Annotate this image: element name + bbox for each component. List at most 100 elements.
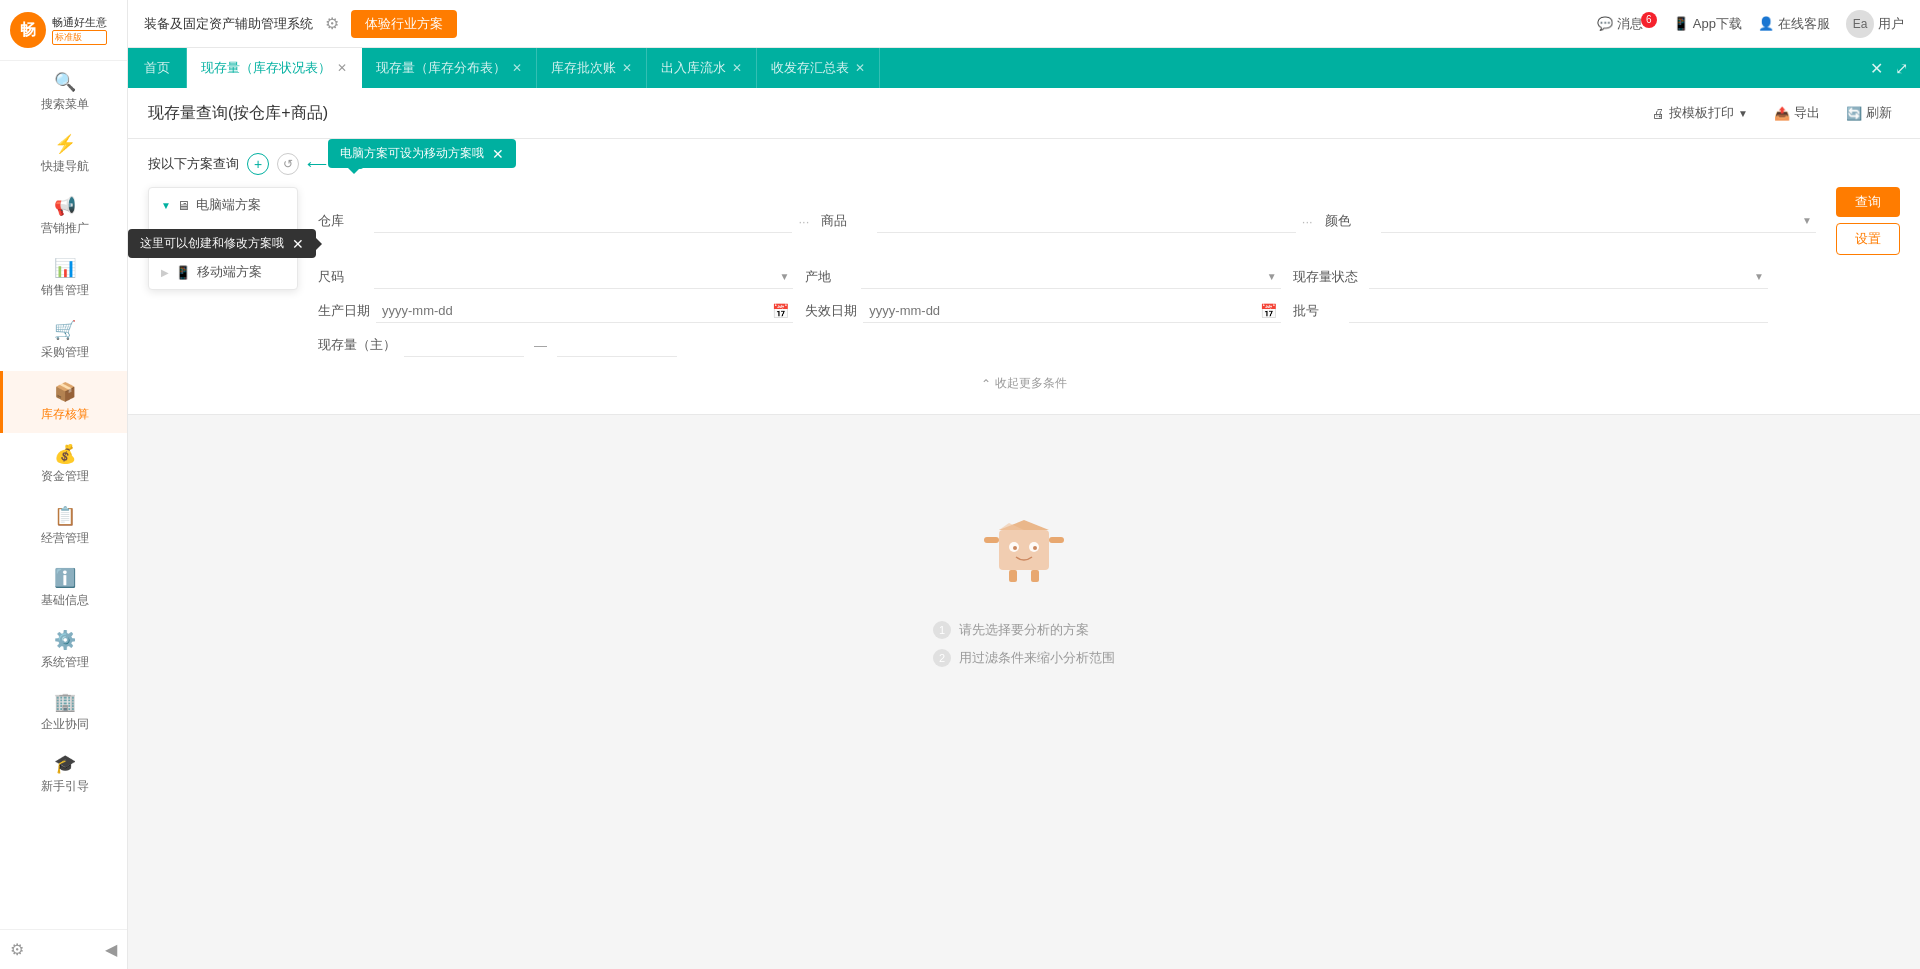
print-icon: 🖨 (1652, 106, 1665, 121)
warehouse-input-wrap (374, 209, 792, 233)
filter-row-4: 现存量（主） — (318, 333, 1900, 357)
tab-close-in-out-flow[interactable]: ✕ (732, 61, 742, 75)
messages-button[interactable]: 💬 消息 6 (1597, 15, 1657, 33)
tooltip1-close[interactable]: ✕ (492, 146, 504, 162)
field-prod-date: 生产日期 📅 (318, 299, 793, 323)
sidebar-item-quick-nav[interactable]: ⚡ 快捷导航 (0, 123, 127, 185)
print-button[interactable]: 🖨 按模板打印 ▼ (1644, 100, 1756, 126)
field-stock-qty: 现存量（主） — (318, 333, 718, 357)
tab-close-inventory-distribution[interactable]: ✕ (512, 61, 522, 75)
color-select-wrap: ▼ (1381, 209, 1816, 233)
prod-date-from-calendar-icon[interactable]: 📅 (772, 303, 793, 319)
sidebar-logo: 畅 畅通好生意 标准版 (0, 0, 127, 61)
field-warehouse: 仓库 ··· (318, 209, 809, 233)
sidebar-item-marketing[interactable]: 📢 营销推广 (0, 185, 127, 247)
tab-close-receive-summary[interactable]: ✕ (855, 61, 865, 75)
filter-refresh-button[interactable]: ↺ (277, 153, 299, 175)
filter-header: 按以下方案查询 + ↺ ⟵ 电脑方案可设为移动方案哦 ✕ 这里可以创建和修改方案… (148, 153, 1900, 175)
avatar: Ea (1846, 10, 1874, 38)
online-support-button[interactable]: 👤 在线客服 (1758, 15, 1830, 33)
settings-bottom-icon[interactable]: ⚙ (10, 940, 24, 959)
svg-rect-8 (1049, 537, 1064, 543)
svg-rect-0 (999, 530, 1049, 570)
prod-date-from-input[interactable] (376, 299, 772, 322)
stock-status-input[interactable] (1369, 265, 1754, 288)
tab-close-batch-ledger[interactable]: ✕ (622, 61, 632, 75)
prod-date-from-wrap: 📅 (376, 299, 793, 323)
finance-icon: 💰 (54, 443, 76, 465)
scheme-pc-item[interactable]: ▼ 🖥 电脑端方案 (149, 188, 297, 222)
sidebar-item-guide[interactable]: 🎓 新手引导 (0, 743, 127, 805)
expire-date-from-input[interactable] (863, 299, 1259, 322)
tab-action-close-icon[interactable]: ✕ (1866, 57, 1887, 80)
sidebar-item-finance[interactable]: 💰 资金管理 (0, 433, 127, 495)
search-nav-icon: 🔍 (54, 71, 76, 93)
goods-input-wrap (877, 209, 1295, 233)
tab-in-out-flow[interactable]: 出入库流水 ✕ (647, 48, 757, 88)
tab-batch-ledger[interactable]: 库存批次账 ✕ (537, 48, 647, 88)
settings-button[interactable]: 设置 (1836, 223, 1900, 255)
sidebar-item-basic-info[interactable]: ℹ️ 基础信息 (0, 557, 127, 619)
size-chevron-icon: ▼ (779, 271, 793, 282)
svg-rect-6 (1031, 570, 1039, 582)
tab-home[interactable]: 首页 (128, 48, 187, 88)
tab-inventory-status[interactable]: 现存量（库存状况表） ✕ (187, 48, 362, 88)
export-button[interactable]: 📤 导出 (1766, 100, 1828, 126)
header-left: 装备及固定资产辅助管理系统 ⚙ 体验行业方案 (144, 10, 457, 38)
collapse-sidebar-icon[interactable]: ◀ (105, 940, 117, 959)
user-avatar-button[interactable]: Ea 用户 (1846, 10, 1904, 38)
phone-icon: 📱 (1673, 16, 1689, 31)
header-settings-icon[interactable]: ⚙ (325, 14, 339, 33)
stock-qty-to-input[interactable] (557, 333, 677, 357)
main-area: 装备及固定资产辅助管理系统 ⚙ 体验行业方案 💬 消息 6 📱 App下载 👤 … (128, 0, 1920, 969)
system-icon: ⚙️ (54, 629, 76, 651)
warehouse-dots-icon[interactable]: ··· (798, 214, 809, 229)
sidebar-item-purchase[interactable]: 🛒 采购管理 (0, 309, 127, 371)
sidebar-item-system[interactable]: ⚙️ 系统管理 (0, 619, 127, 681)
tab-close-inventory-status[interactable]: ✕ (337, 61, 347, 75)
tooltip-scheme-hint2: 这里可以创建和修改方案哦 ✕ (128, 229, 316, 258)
goods-dots-icon[interactable]: ··· (1302, 214, 1313, 229)
refresh-button[interactable]: 🔄 刷新 (1838, 100, 1900, 126)
page-header: 现存量查询(按仓库+商品) 🖨 按模板打印 ▼ 📤 导出 🔄 刷新 (128, 88, 1920, 139)
header-right: 💬 消息 6 📱 App下载 👤 在线客服 Ea 用户 (1597, 10, 1904, 38)
purchase-icon: 🛒 (54, 319, 76, 341)
filter-add-button[interactable]: + (247, 153, 269, 175)
sidebar-item-search[interactable]: 🔍 搜索菜单 (0, 61, 127, 123)
trial-button[interactable]: 体验行业方案 (351, 10, 457, 38)
tab-inventory-distribution[interactable]: 现存量（库存分布表） ✕ (362, 48, 537, 88)
filter-row-3: 生产日期 📅 失效日期 📅 批号 (318, 299, 1900, 323)
sidebar-item-inventory[interactable]: 📦 库存核算 (0, 371, 127, 433)
filter-arrow-icon[interactable]: ⟵ (307, 156, 327, 172)
filter-buttons: 查询 设置 (1836, 187, 1900, 255)
chevron-right-icon: ▶ (161, 267, 169, 278)
sidebar-item-sales[interactable]: 📊 销售管理 (0, 247, 127, 309)
tab-receive-summary[interactable]: 收发存汇总表 ✕ (757, 48, 880, 88)
tooltip2-close[interactable]: ✕ (292, 236, 304, 252)
expire-date-from-calendar-icon[interactable]: 📅 (1260, 303, 1281, 319)
app-download-button[interactable]: 📱 App下载 (1673, 15, 1742, 33)
inventory-icon: 📦 (54, 381, 76, 403)
sidebar-nav: 🔍 搜索菜单 ⚡ 快捷导航 📢 营销推广 📊 销售管理 🛒 采购管理 📦 库存核… (0, 61, 127, 929)
top-header: 装备及固定资产辅助管理系统 ⚙ 体验行业方案 💬 消息 6 📱 App下载 👤 … (128, 0, 1920, 48)
sales-icon: 📊 (54, 257, 76, 279)
messages-label: 消息 (1617, 15, 1643, 33)
tab-action-expand-icon[interactable]: ⤢ (1891, 57, 1912, 80)
stock-status-chevron-icon: ▼ (1754, 271, 1768, 282)
field-expire-date: 失效日期 📅 (805, 299, 1280, 323)
collapse-filter-button[interactable]: ⌃ 收起更多条件 (148, 367, 1900, 400)
size-input[interactable] (374, 265, 779, 288)
search-button[interactable]: 查询 (1836, 187, 1900, 217)
page-actions: 🖨 按模板打印 ▼ 📤 导出 🔄 刷新 (1644, 100, 1900, 126)
scheme-mobile-item[interactable]: ▶ 📱 移动端方案 (149, 255, 297, 289)
stock-qty-from-input[interactable] (404, 333, 524, 357)
sidebar-item-enterprise[interactable]: 🏢 企业协同 (0, 681, 127, 743)
chevron-down-icon: ▼ (161, 200, 171, 211)
sidebar-item-operations[interactable]: 📋 经营管理 (0, 495, 127, 557)
batch-no-input[interactable] (1349, 299, 1768, 323)
warehouse-input[interactable] (374, 209, 792, 232)
origin-input[interactable] (861, 265, 1266, 288)
filter-fields: 仓库 ··· 商品 ··· 颜色 (318, 187, 1900, 357)
goods-input[interactable] (877, 209, 1295, 232)
color-input[interactable] (1381, 209, 1802, 232)
